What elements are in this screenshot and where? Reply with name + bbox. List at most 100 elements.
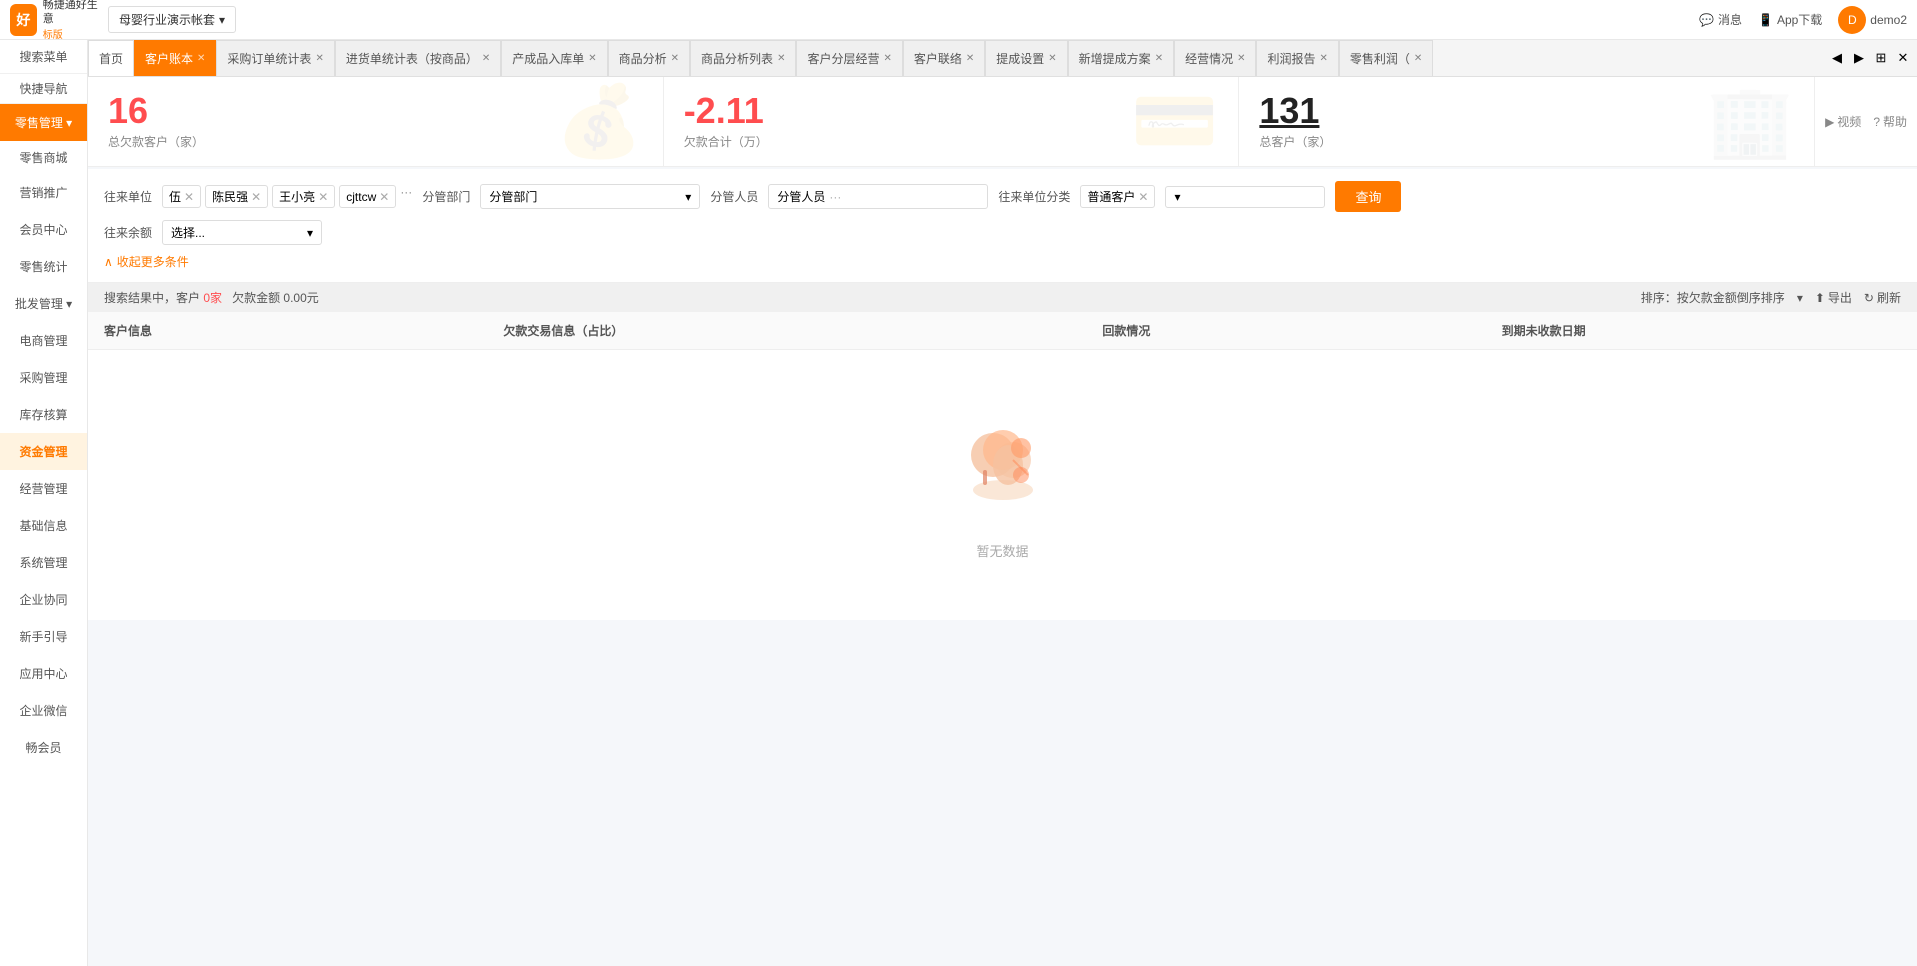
tab-customer-contact[interactable]: 客户联络 ✕: [903, 40, 985, 76]
dept-select[interactable]: 分管部门 ▾: [480, 184, 700, 209]
tab-customer-tier[interactable]: 客户分层经营 ✕: [796, 40, 902, 76]
tab-promotion-settings[interactable]: 提成设置 ✕: [985, 40, 1067, 76]
sidebar-item-system[interactable]: 系统管理: [0, 544, 87, 581]
tab-production-inbound[interactable]: 产成品入库单 ✕: [501, 40, 607, 76]
tab-incoming-close[interactable]: ✕: [482, 53, 490, 64]
balance-select[interactable]: 选择... ▾: [162, 220, 322, 245]
sidebar-item-member[interactable]: 会员中心: [0, 211, 87, 248]
sidebar-item-marketing[interactable]: 营销推广: [0, 174, 87, 211]
filter-more-btn[interactable]: ···: [400, 185, 412, 208]
tab-prev-btn[interactable]: ◀: [1827, 48, 1847, 68]
tab-product-analysis-list-close[interactable]: ✕: [777, 53, 785, 64]
sidebar-item-ecommerce[interactable]: 电商管理: [0, 322, 87, 359]
chevron-down-icon: ▾: [219, 13, 225, 27]
unit-class-select[interactable]: ▾: [1165, 186, 1325, 208]
person-select[interactable]: 分管人员 ···: [768, 184, 988, 209]
stats-bar: 💰 16 总欠款客户（家） 💳 -2.11 欠款合计（万） 🏢 131 总客户（…: [88, 77, 1917, 167]
unit-class-tag-close[interactable]: ✕: [1138, 190, 1148, 204]
tab-retail-profit-close[interactable]: ✕: [1414, 53, 1422, 64]
unit-class-tag-normal[interactable]: 普通客户 ✕: [1080, 185, 1155, 208]
page-content: 💰 16 总欠款客户（家） 💳 -2.11 欠款合计（万） 🏢 131 总客户（…: [88, 77, 1917, 966]
sidebar-item-enterprise-wechat[interactable]: 企业微信: [0, 692, 87, 729]
logo-area: 好 畅捷通好生意 标版: [10, 0, 98, 41]
tab-customer-book-close[interactable]: ✕: [197, 53, 205, 64]
sidebar-item-operations[interactable]: 经营管理: [0, 470, 87, 507]
tab-home[interactable]: 首页: [88, 40, 134, 76]
unit-tag-wang-label: 王小亮: [279, 188, 315, 205]
tab-operation-status-close[interactable]: ✕: [1237, 53, 1245, 64]
sidebar-item-newbie[interactable]: 新手引导: [0, 618, 87, 655]
tab-production-close[interactable]: ✕: [588, 53, 596, 64]
result-amount: 0.00元: [283, 291, 318, 305]
tab-close-all-btn[interactable]: ✕: [1893, 48, 1913, 68]
tab-customer-tier-close[interactable]: ✕: [883, 53, 891, 64]
logo-text: 畅捷通好生意: [43, 0, 98, 26]
unit-tag-cjttcw-close[interactable]: ✕: [379, 190, 389, 204]
sidebar-item-basic[interactable]: 基础信息: [0, 507, 87, 544]
message-btn[interactable]: 💬 消息: [1699, 11, 1742, 28]
person-dots[interactable]: ···: [829, 190, 841, 204]
collapse-btn[interactable]: ∧ 收起更多条件: [104, 253, 1901, 270]
store-selector[interactable]: 母婴行业演示帐套 ▾: [108, 6, 236, 33]
export-btn[interactable]: ⬆ 导出: [1815, 289, 1852, 306]
video-btn[interactable]: ▶ 视频: [1825, 113, 1861, 130]
filter-row-2: 往来余额 选择... ▾: [104, 220, 1901, 245]
sidebar-item-app-center[interactable]: 应用中心: [0, 655, 87, 692]
tab-product-analysis[interactable]: 商品分析 ✕: [608, 40, 690, 76]
sidebar-item-retail-mall[interactable]: 零售商城: [0, 141, 87, 174]
unit-tag-wu[interactable]: 伍 ✕: [162, 185, 201, 208]
tab-new-promotion[interactable]: 新增提成方案 ✕: [1068, 40, 1174, 76]
tab-purchase-order[interactable]: 采购订单统计表 ✕: [216, 40, 334, 76]
dept-placeholder: 分管部门: [489, 188, 537, 205]
stat-bg-icon-1: 💰: [556, 81, 643, 163]
sidebar-item-inventory[interactable]: 库存核算: [0, 396, 87, 433]
unit-tag-wu-close[interactable]: ✕: [184, 190, 194, 204]
tab-promotion-settings-label: 提成设置: [996, 50, 1044, 67]
tab-purchase-close[interactable]: ✕: [315, 53, 323, 64]
top-header: 好 畅捷通好生意 标版 母婴行业演示帐套 ▾ 💬 消息 📱 App下载 D de…: [0, 0, 1917, 40]
tab-customer-contact-close[interactable]: ✕: [966, 53, 974, 64]
tab-incoming-stats[interactable]: 进货单统计表（按商品） ✕: [335, 40, 501, 76]
user-btn[interactable]: D demo2: [1838, 6, 1907, 34]
result-actions: 排序：按欠款金额倒序排序 ▾ ⬆ 导出 ↻ 刷新: [1641, 289, 1901, 306]
tab-profit-report-close[interactable]: ✕: [1320, 53, 1328, 64]
unit-class-tags: 普通客户 ✕: [1080, 185, 1155, 208]
query-button[interactable]: 查询: [1335, 181, 1401, 212]
collapse-row: ∧ 收起更多条件: [104, 253, 1901, 270]
tab-product-analysis-close[interactable]: ✕: [671, 53, 679, 64]
sidebar-nav[interactable]: 快捷导航: [0, 74, 87, 104]
sidebar-item-retail-stats[interactable]: 零售统计: [0, 248, 87, 285]
tab-promotion-settings-close[interactable]: ✕: [1048, 53, 1056, 64]
table-col-debt: 欠款交易信息（占比）: [503, 322, 1102, 339]
tab-customer-book[interactable]: 客户账本 ✕: [134, 40, 216, 76]
tab-product-analysis-list[interactable]: 商品分析列表 ✕: [690, 40, 796, 76]
sidebar-item-retail[interactable]: 零售管理 ▾: [0, 104, 87, 141]
help-btn[interactable]: ? 帮助: [1873, 113, 1907, 130]
refresh-btn[interactable]: ↻ 刷新: [1864, 289, 1901, 306]
unit-tag-chen-close[interactable]: ✕: [251, 190, 261, 204]
sidebar-search[interactable]: 搜索菜单: [0, 40, 87, 74]
export-icon: ⬆: [1815, 291, 1825, 305]
app-download-btn[interactable]: 📱 App下载: [1758, 11, 1822, 28]
unit-tag-wang-close[interactable]: ✕: [318, 190, 328, 204]
unit-tag-cjttcw[interactable]: cjttcw ✕: [339, 185, 396, 208]
refresh-icon: ↻: [1864, 291, 1874, 305]
tab-new-promotion-close[interactable]: ✕: [1155, 53, 1163, 64]
sidebar-item-vip[interactable]: 畅会员: [0, 729, 87, 766]
header-right: 💬 消息 📱 App下载 D demo2: [1699, 6, 1907, 34]
tab-expand-btn[interactable]: ⊞: [1871, 48, 1891, 68]
sidebar-item-enterprise[interactable]: 企业协同: [0, 581, 87, 618]
filter-row-1: 往来单位 伍 ✕ 陈民强 ✕ 王小亮 ✕: [104, 181, 1901, 212]
unit-tag-wang[interactable]: 王小亮 ✕: [272, 185, 335, 208]
unit-tag-chen[interactable]: 陈民强 ✕: [205, 185, 268, 208]
collapse-icon: ∧: [104, 255, 113, 269]
sidebar-item-batch[interactable]: 批发管理 ▾: [0, 285, 87, 322]
tab-operation-status[interactable]: 经营情况 ✕: [1174, 40, 1256, 76]
tab-retail-profit[interactable]: 零售利润（ ✕: [1339, 40, 1433, 76]
sidebar-item-finance[interactable]: 资金管理: [0, 433, 87, 470]
balance-filter-label: 往来余额: [104, 224, 152, 241]
sort-chevron: ▾: [1797, 291, 1803, 305]
sidebar-item-purchase[interactable]: 采购管理: [0, 359, 87, 396]
tab-profit-report[interactable]: 利润报告 ✕: [1256, 40, 1338, 76]
tab-next-btn[interactable]: ▶: [1849, 48, 1869, 68]
